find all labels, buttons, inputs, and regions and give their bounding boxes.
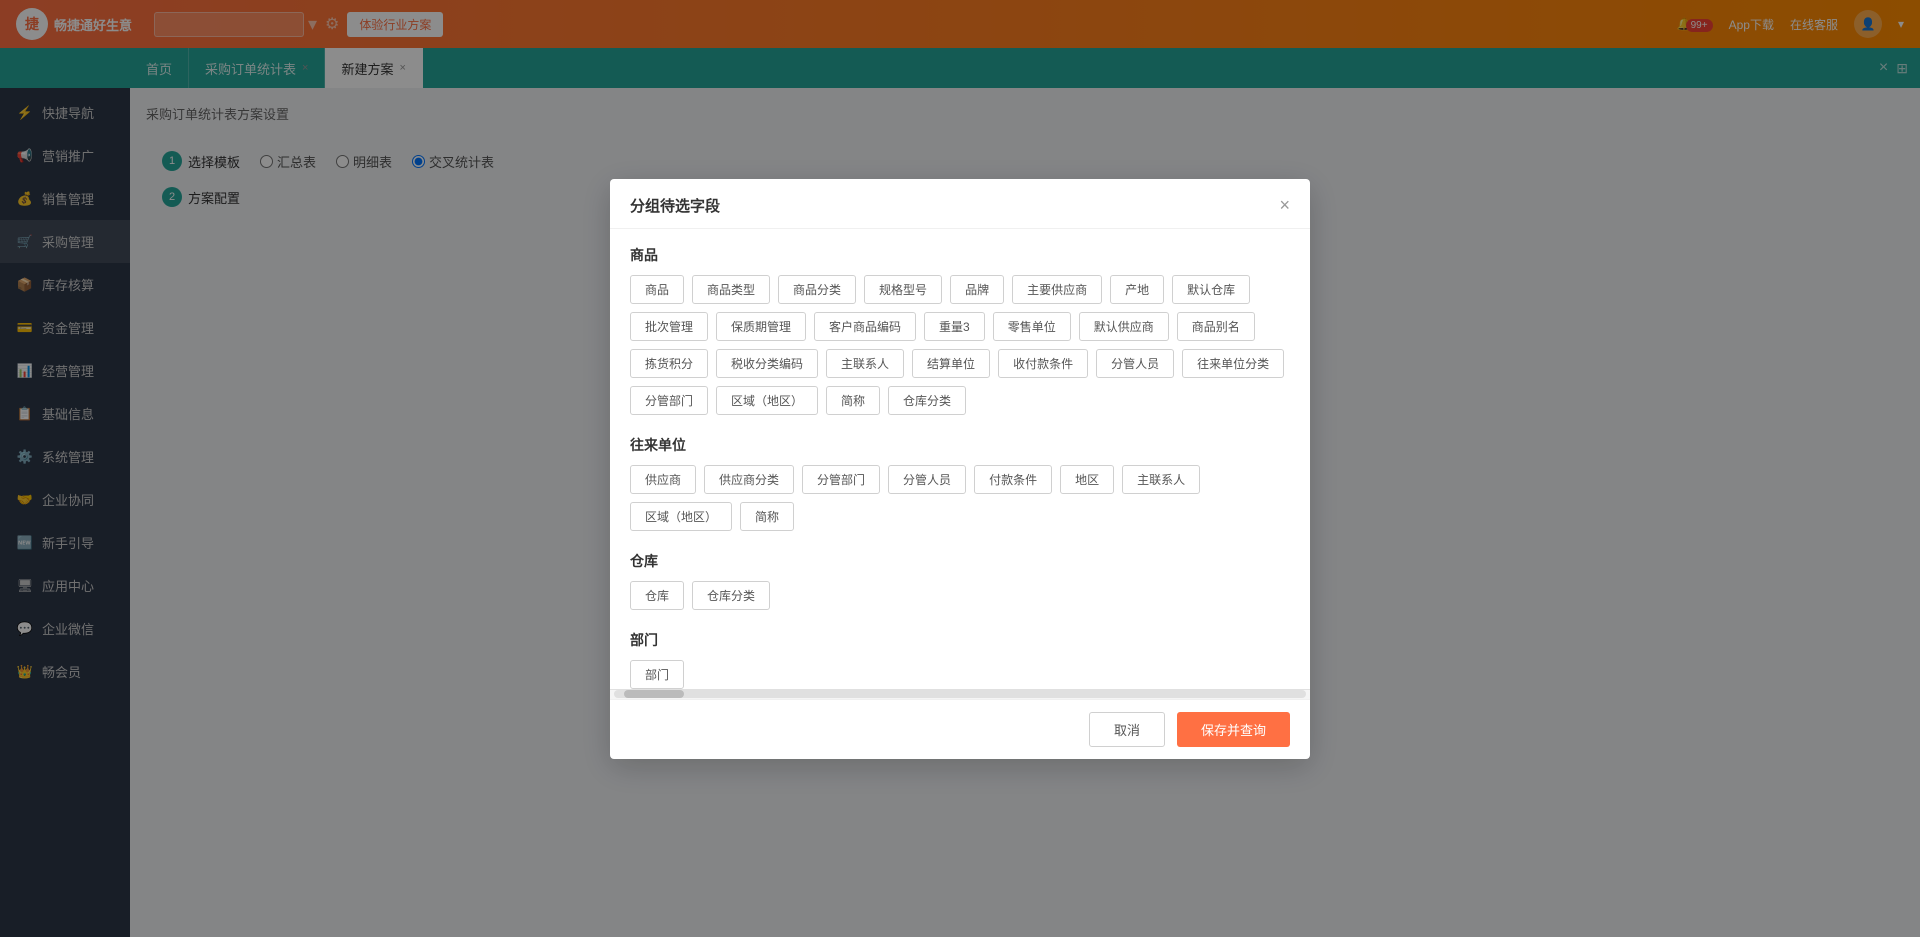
field-tag-0-6[interactable]: 产地	[1110, 275, 1164, 304]
modal: 分组待选字段 × 商品商品商品类型商品分类规格型号品牌主要供应商产地默认仓库批次…	[610, 179, 1310, 759]
field-tag-0-10[interactable]: 客户商品编码	[814, 312, 916, 341]
field-tag-0-20[interactable]: 分管人员	[1096, 349, 1174, 378]
section-title-3: 部门	[630, 630, 1290, 650]
field-grid-2: 仓库仓库分类	[630, 581, 1290, 610]
field-tag-0-8[interactable]: 批次管理	[630, 312, 708, 341]
field-tag-0-3[interactable]: 规格型号	[864, 275, 942, 304]
field-tag-1-1[interactable]: 供应商分类	[704, 465, 794, 494]
modal-scroll-bottom	[610, 689, 1310, 699]
field-tag-1-4[interactable]: 付款条件	[974, 465, 1052, 494]
modal-title: 分组待选字段	[630, 195, 720, 216]
field-tag-1-0[interactable]: 供应商	[630, 465, 696, 494]
field-tag-0-7[interactable]: 默认仓库	[1172, 275, 1250, 304]
field-grid-3: 部门	[630, 660, 1290, 689]
modal-footer: 取消 保存并查询	[610, 699, 1310, 759]
field-tag-2-1[interactable]: 仓库分类	[692, 581, 770, 610]
field-tag-1-7[interactable]: 区域（地区）	[630, 502, 732, 531]
field-tag-0-9[interactable]: 保质期管理	[716, 312, 806, 341]
field-tag-0-23[interactable]: 区域（地区）	[716, 386, 818, 415]
field-tag-0-12[interactable]: 零售单位	[993, 312, 1071, 341]
field-tag-1-3[interactable]: 分管人员	[888, 465, 966, 494]
field-tag-0-14[interactable]: 商品别名	[1177, 312, 1255, 341]
field-tag-1-2[interactable]: 分管部门	[802, 465, 880, 494]
cancel-button[interactable]: 取消	[1089, 712, 1165, 747]
modal-body: 商品商品商品类型商品分类规格型号品牌主要供应商产地默认仓库批次管理保质期管理客户…	[610, 229, 1310, 689]
field-grid-1: 供应商供应商分类分管部门分管人员付款条件地区主联系人区域（地区） 简称	[630, 465, 1290, 531]
field-tag-0-5[interactable]: 主要供应商	[1012, 275, 1102, 304]
field-tag-0-15[interactable]: 拣货积分	[630, 349, 708, 378]
horizontal-scroll-track[interactable]	[614, 690, 1306, 698]
field-tag-0-21[interactable]: 往来单位分类	[1182, 349, 1284, 378]
field-section-0: 商品商品商品类型商品分类规格型号品牌主要供应商产地默认仓库批次管理保质期管理客户…	[630, 245, 1290, 415]
field-grid-0: 商品商品类型商品分类规格型号品牌主要供应商产地默认仓库批次管理保质期管理客户商品…	[630, 275, 1290, 415]
field-tag-0-2[interactable]: 商品分类	[778, 275, 856, 304]
field-tag-0-17[interactable]: 主联系人	[826, 349, 904, 378]
field-section-2: 仓库仓库仓库分类	[630, 551, 1290, 610]
field-tag-0-1[interactable]: 商品类型	[692, 275, 770, 304]
field-tag-0-13[interactable]: 默认供应商	[1079, 312, 1169, 341]
modal-close-btn[interactable]: ×	[1279, 195, 1290, 216]
horizontal-scroll-thumb[interactable]	[624, 690, 684, 698]
field-tag-0-22[interactable]: 分管部门	[630, 386, 708, 415]
field-section-3: 部门部门	[630, 630, 1290, 689]
field-section-1: 往来单位供应商供应商分类分管部门分管人员付款条件地区主联系人区域（地区） 简称	[630, 435, 1290, 531]
confirm-button[interactable]: 保存并查询	[1177, 712, 1290, 747]
modal-overlay: 分组待选字段 × 商品商品商品类型商品分类规格型号品牌主要供应商产地默认仓库批次…	[0, 0, 1920, 937]
field-tag-0-18[interactable]: 结算单位	[912, 349, 990, 378]
field-tag-1-8[interactable]: 简称	[740, 502, 794, 531]
field-tag-0-16[interactable]: 税收分类编码	[716, 349, 818, 378]
section-title-0: 商品	[630, 245, 1290, 265]
field-tag-0-25[interactable]: 仓库分类	[888, 386, 966, 415]
field-tag-0-11[interactable]: 重量3	[924, 312, 985, 341]
field-tag-0-4[interactable]: 品牌	[950, 275, 1004, 304]
field-tag-3-0[interactable]: 部门	[630, 660, 684, 689]
field-tag-0-0[interactable]: 商品	[630, 275, 684, 304]
section-title-2: 仓库	[630, 551, 1290, 571]
section-title-1: 往来单位	[630, 435, 1290, 455]
field-tag-1-5[interactable]: 地区	[1060, 465, 1114, 494]
field-tag-0-19[interactable]: 收付款条件	[998, 349, 1088, 378]
field-tag-0-24[interactable]: 简称	[826, 386, 880, 415]
field-tag-2-0[interactable]: 仓库	[630, 581, 684, 610]
field-tag-1-6[interactable]: 主联系人	[1122, 465, 1200, 494]
modal-header: 分组待选字段 ×	[610, 179, 1310, 229]
